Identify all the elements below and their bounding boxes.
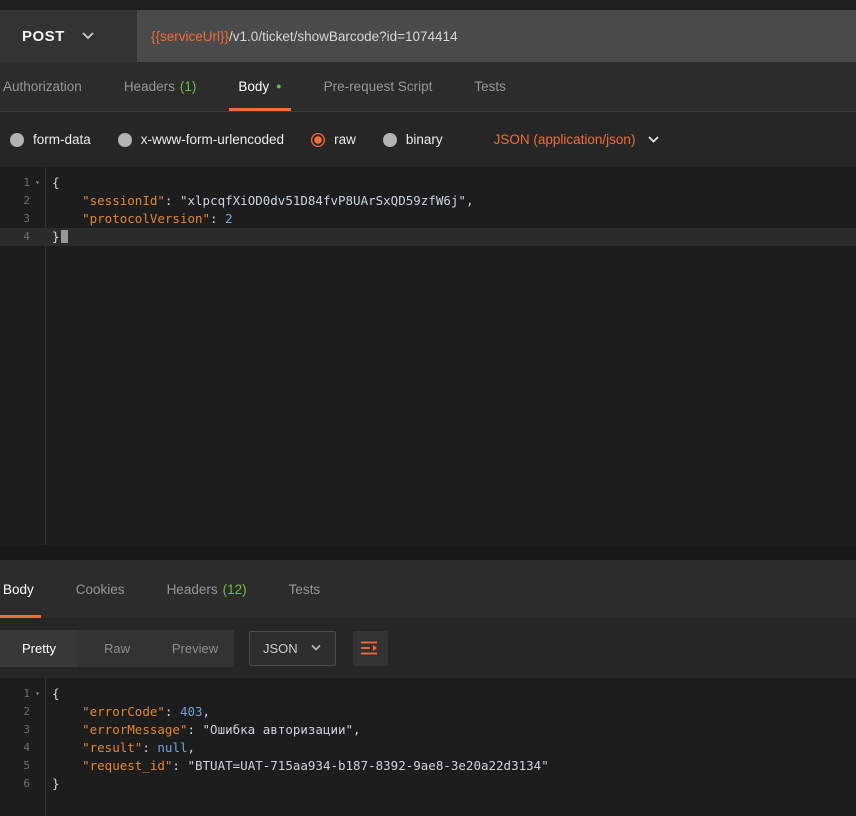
response-tab-body[interactable]: Body — [0, 560, 55, 618]
request-url-bar: POST {{serviceUrl}}/v1.0/ticket/showBarc… — [0, 10, 856, 62]
chevron-down-icon — [648, 136, 660, 143]
tab-count-badge: (1) — [179, 79, 197, 94]
code-line-1: 1 ▾ { — [0, 174, 856, 192]
method-selector[interactable]: POST — [0, 10, 137, 62]
code-line-1: 1 ▾ { — [0, 685, 856, 703]
radio-icon — [117, 132, 132, 147]
code-text: "request_id": "BTUAT=UAT-715aa934-b187-8… — [82, 758, 549, 773]
window-top-strip — [0, 0, 856, 10]
code-text: "protocolVersion": 2 — [82, 211, 233, 226]
line-number: 4 — [23, 230, 30, 243]
code-text: "result": null, — [82, 740, 196, 755]
tab-label: Body — [238, 79, 270, 94]
code-text: "sessionId": "xlpcqfXiOD0dv51D84fvP8UArS… — [82, 193, 474, 208]
code-line-4: 4 "result": null, — [0, 739, 856, 757]
code-text: "errorCode": 403, — [82, 704, 211, 719]
view-pretty[interactable]: Pretty — [0, 629, 78, 667]
content-type-label: JSON (application/json) — [493, 132, 636, 147]
code-line-5: 5 "request_id": "BTUAT=UAT-715aa934-b187… — [0, 757, 856, 775]
line-number: 1 ▾ — [0, 685, 45, 703]
body-mode-radios: form-data x-www-form-urlencoded raw binary — [10, 132, 470, 147]
view-preview[interactable]: Preview — [156, 630, 234, 667]
tab-label: Tests — [474, 79, 506, 94]
wrap-text-button[interactable] — [352, 630, 388, 666]
response-view-switch: Pretty Raw Preview — [0, 629, 234, 667]
response-tab-tests[interactable]: Tests — [268, 560, 342, 618]
radio-icon — [10, 132, 24, 147]
view-raw[interactable]: Raw — [78, 630, 156, 667]
body-mode-row: form-data x-www-form-urlencoded raw binary … — [0, 112, 856, 167]
response-toolbar: Pretty Raw Preview JSON — [0, 618, 856, 678]
postman-app: POST {{serviceUrl}}/v1.0/ticket/showBarc… — [0, 0, 856, 816]
content-type-selector[interactable]: JSON (application/json) — [494, 132, 661, 147]
tab-label: Cookies — [75, 581, 125, 597]
body-mode-form-data[interactable]: form-data — [10, 132, 91, 147]
wrap-text-icon — [361, 641, 378, 655]
code-line-3: 3 "errorMessage": "Ошибка авторизации", — [0, 721, 856, 739]
url-input[interactable]: {{serviceUrl}}/v1.0/ticket/showBarcode?i… — [137, 10, 856, 62]
code-text: } — [52, 776, 60, 791]
code-line-2: 2 "sessionId": "xlpcqfXiOD0dv51D84fvP8UA… — [0, 192, 856, 210]
tab-label: Authorization — [3, 79, 82, 94]
response-tab-headers[interactable]: Headers (12) — [146, 560, 268, 618]
code-text: { — [52, 175, 60, 190]
chevron-down-icon — [311, 644, 321, 651]
code-line-6: 6} — [0, 775, 856, 793]
tab-count-badge: (12) — [222, 581, 247, 597]
url-variable: {{serviceUrl}} — [151, 28, 230, 44]
request-tab-tests[interactable]: Tests — [453, 62, 527, 111]
line-number: 3 — [23, 212, 30, 225]
tab-label: Pre-request Script — [323, 79, 433, 94]
radio-label: x-www-form-urlencoded — [140, 132, 285, 147]
code-line-3: 3 "protocolVersion": 2 — [0, 210, 856, 228]
line-number: 3 — [23, 723, 30, 736]
response-language-label: JSON — [263, 640, 298, 656]
line-number: 1 ▾ — [0, 174, 45, 192]
radio-label: raw — [334, 132, 356, 147]
tab-label: Headers — [166, 581, 218, 597]
request-tab-body[interactable]: Body ● — [217, 62, 302, 111]
body-mode-x-www-form-urlencoded[interactable]: x-www-form-urlencoded — [117, 132, 285, 147]
request-tab-authorization[interactable]: Authorization — [0, 62, 103, 111]
section-divider — [0, 545, 856, 560]
line-number: 2 — [23, 194, 30, 207]
chevron-down-icon — [82, 32, 94, 40]
code-text: } — [45, 228, 68, 246]
response-tab-cookies[interactable]: Cookies — [55, 560, 146, 618]
code-line-2: 2 "errorCode": 403, — [0, 703, 856, 721]
fold-arrow-icon[interactable]: ▾ — [30, 174, 45, 192]
request-body-editor[interactable]: 1 ▾ {2 "sessionId": "xlpcqfXiOD0dv51D84fvP… — [0, 167, 856, 545]
tab-label: Tests — [288, 581, 321, 597]
text-cursor — [60, 230, 68, 243]
radio-icon — [382, 132, 397, 147]
radio-label: binary — [405, 132, 443, 147]
response-language-dropdown[interactable]: JSON — [249, 630, 336, 666]
radio-icon — [311, 132, 326, 147]
line-number: 6 — [23, 777, 30, 790]
fold-arrow-icon[interactable]: ▾ — [30, 685, 45, 703]
tab-label: Headers — [123, 79, 175, 94]
line-number: 4 — [23, 741, 30, 754]
radio-label: form-data — [33, 132, 91, 147]
url-path: /v1.0/ticket/showBarcode?id=1074414 — [229, 28, 458, 44]
body-mode-raw[interactable]: raw — [311, 132, 356, 147]
line-number: 2 — [23, 705, 30, 718]
code-text: "errorMessage": "Ошибка авторизации", — [82, 722, 361, 737]
request-tab-pre-request-script[interactable]: Pre-request Script — [303, 62, 454, 111]
response-tabs: Body Cookies Headers (12) Tests — [0, 560, 856, 618]
code-text: { — [52, 686, 60, 701]
request-tabs: Authorization Headers (1) Body ● Pre-request … — [0, 62, 856, 112]
body-mode-binary[interactable]: binary — [382, 132, 443, 147]
request-tab-headers[interactable]: Headers (1) — [103, 62, 218, 111]
line-number: 5 — [23, 759, 30, 772]
code-line-4: 4} — [0, 228, 856, 246]
body-active-dot-icon: ● — [276, 80, 282, 91]
method-label: POST — [22, 27, 65, 45]
response-body-editor[interactable]: 1 ▾{2 "errorCode": 403, 3 "errorMessage": … — [0, 678, 856, 816]
tab-label: Body — [3, 581, 34, 597]
